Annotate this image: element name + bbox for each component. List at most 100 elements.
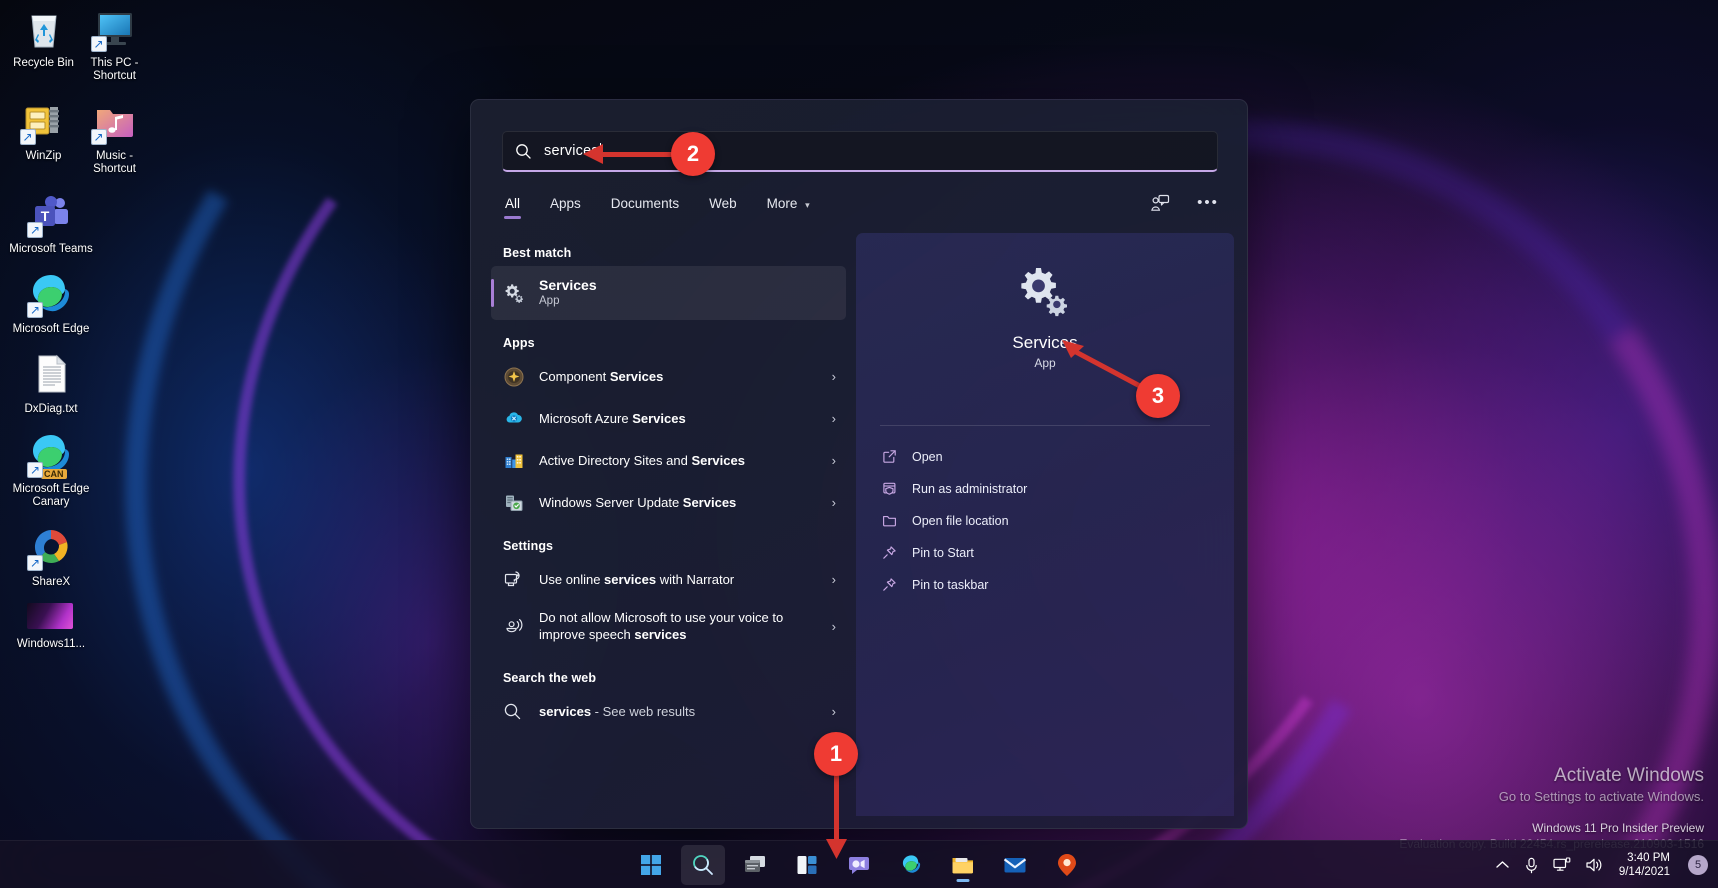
desktop-icon-label: Microsoft Edge xyxy=(12,323,90,335)
result-title-match: services xyxy=(539,704,592,719)
chevron-right-icon[interactable]: › xyxy=(832,411,836,426)
tab-apps[interactable]: Apps xyxy=(548,192,583,219)
search-filter-tabs: All Apps Documents Web More ▾ xyxy=(503,192,812,219)
taskbar: 3:40 PM 9/14/2021 5 xyxy=(0,840,1718,888)
services-gears-icon xyxy=(503,282,525,304)
desktop-icon-recycle-bin[interactable]: Recycle Bin xyxy=(8,4,79,83)
desktop-icon-windows11-image[interactable]: Windows11... xyxy=(8,603,94,651)
desktop-icon-microsoft-edge-canary[interactable]: CAN ↗ Microsoft Edge Canary xyxy=(8,430,94,509)
action-pin-to-start[interactable]: Pin to Start xyxy=(870,538,1220,567)
mail-button[interactable] xyxy=(993,845,1037,885)
tab-documents[interactable]: Documents xyxy=(609,192,681,219)
tab-web[interactable]: Web xyxy=(707,192,739,219)
narrator-settings-icon xyxy=(503,569,525,591)
desktop: Recycle Bin ↗ This PC - Shortcut ↗ WinZi… xyxy=(0,0,1718,888)
result-title: Services xyxy=(539,277,597,293)
sharex-button[interactable] xyxy=(1045,845,1089,885)
result-row-use-online-services-with-narrator[interactable]: Use online services with Narrator › xyxy=(491,559,846,600)
open-external-icon xyxy=(880,448,898,466)
start-button[interactable] xyxy=(629,845,673,885)
result-row-microsoft-azure-services[interactable]: Microsoft Azure Services › xyxy=(491,398,846,439)
result-row-do-not-allow-speech-services[interactable]: Do not allow Microsoft to use your voice… xyxy=(491,601,846,651)
desktop-icon-microsoft-teams[interactable]: T ↗ Microsoft Teams xyxy=(8,190,94,256)
result-title: Do not allow Microsoft to use your voice… xyxy=(539,609,797,643)
action-open[interactable]: Open xyxy=(870,442,1220,471)
chevron-right-icon[interactable]: › xyxy=(832,704,836,719)
result-row-services-best-match[interactable]: Services App xyxy=(491,266,846,320)
annotation-1-arrow-head xyxy=(826,839,847,859)
chevron-right-icon[interactable]: › xyxy=(832,495,836,510)
running-indicator xyxy=(956,878,970,882)
build-info-line1: Windows 11 Pro Insider Preview xyxy=(1532,821,1704,835)
section-heading-settings: Settings xyxy=(503,539,554,553)
tab-all[interactable]: All xyxy=(503,192,522,219)
clock-and-date[interactable]: 3:40 PM 9/14/2021 xyxy=(1619,851,1670,879)
tab-label: Web xyxy=(709,196,737,211)
desktop-icon-label: DxDiag.txt xyxy=(24,403,78,415)
desktop-icon-this-pc[interactable]: ↗ This PC - Shortcut xyxy=(79,4,150,83)
action-run-as-administrator[interactable]: Run as administrator xyxy=(870,474,1220,503)
shortcut-overlay-icon: ↗ xyxy=(27,302,43,318)
result-row-active-directory-sites-and-services[interactable]: Active Directory Sites and Services › xyxy=(491,440,846,481)
desktop-icon-music[interactable]: ↗ Music - Shortcut xyxy=(79,97,150,176)
result-title: Microsoft Azure Services xyxy=(539,410,824,427)
tab-label: Documents xyxy=(610,196,680,211)
feedback-icon[interactable] xyxy=(1147,190,1173,216)
result-title-match: services xyxy=(604,572,657,587)
desktop-icon-label: Microsoft Edge Canary xyxy=(12,483,90,508)
annotation-callout-2: 2 xyxy=(671,132,715,176)
action-label: Run as administrator xyxy=(912,481,1028,496)
result-title-match: Services xyxy=(682,495,737,510)
task-view-button[interactable] xyxy=(733,845,777,885)
more-options-icon[interactable]: ••• xyxy=(1195,190,1221,216)
desktop-icon-label: Windows11... xyxy=(16,638,86,650)
chevron-right-icon[interactable]: › xyxy=(832,619,836,634)
notification-badge[interactable]: 5 xyxy=(1688,855,1708,875)
chevron-right-icon[interactable]: › xyxy=(832,453,836,468)
search-results-list: Best match Services App Apps Component S… xyxy=(491,230,846,816)
result-title: services - See web results xyxy=(539,703,824,720)
show-hidden-icons-button[interactable] xyxy=(1495,859,1510,871)
preview-pane: Services App Open Run as administrator O… xyxy=(856,233,1234,816)
widgets-button[interactable] xyxy=(785,845,829,885)
this-pc-icon: ↗ xyxy=(90,4,139,52)
chevron-right-icon[interactable]: › xyxy=(832,369,836,384)
folder-icon xyxy=(880,512,898,530)
network-icon[interactable] xyxy=(1553,857,1571,873)
desktop-icon-microsoft-edge[interactable]: ↗ Microsoft Edge xyxy=(8,270,94,336)
preview-app-subtitle: App xyxy=(1034,356,1056,370)
desktop-icon-winzip[interactable]: ↗ WinZip xyxy=(8,97,79,176)
annotation-callout-3: 3 xyxy=(1136,374,1180,418)
section-heading-best-match: Best match xyxy=(503,246,572,260)
result-subtitle: App xyxy=(539,295,560,307)
tab-label: Apps xyxy=(550,196,581,211)
search-the-web-result-row[interactable]: services - See web results › xyxy=(491,691,846,732)
shortcut-overlay-icon: ↗ xyxy=(27,555,43,571)
result-title-match: services xyxy=(634,627,687,642)
clock-time: 3:40 PM xyxy=(1627,852,1670,864)
more-options-label: ••• xyxy=(1197,194,1219,211)
file-explorer-icon xyxy=(952,857,973,873)
result-title: Windows Server Update Services xyxy=(539,494,824,511)
chevron-right-icon[interactable]: › xyxy=(832,572,836,587)
annotation-number: 1 xyxy=(829,741,843,766)
result-title-prefix: Component xyxy=(539,369,610,384)
result-row-component-services[interactable]: Component Services › xyxy=(491,356,846,397)
desktop-icon-label: Music - Shortcut xyxy=(93,150,136,175)
action-open-file-location[interactable]: Open file location xyxy=(870,506,1220,535)
microphone-icon[interactable] xyxy=(1524,857,1539,874)
result-title-prefix: Active Directory Sites and xyxy=(539,453,692,468)
volume-icon[interactable] xyxy=(1585,857,1603,873)
desktop-icon-sharex[interactable]: ↗ ShareX xyxy=(8,523,94,589)
desktop-icon-grid: Recycle Bin ↗ This PC - Shortcut ↗ WinZi… xyxy=(0,4,150,665)
shortcut-overlay-icon: ↗ xyxy=(27,222,43,238)
result-row-windows-server-update-services[interactable]: Windows Server Update Services › xyxy=(491,482,846,523)
action-pin-to-taskbar[interactable]: Pin to taskbar xyxy=(870,570,1220,599)
result-title-match: Services xyxy=(609,369,664,384)
desktop-icon-dxdiag-txt[interactable]: DxDiag.txt xyxy=(8,350,94,416)
tab-more[interactable]: More ▾ xyxy=(765,192,812,219)
watermark-title: Activate Windows xyxy=(1554,765,1704,786)
edge-button[interactable] xyxy=(889,845,933,885)
file-explorer-button[interactable] xyxy=(941,845,985,885)
search-button[interactable] xyxy=(681,844,725,885)
